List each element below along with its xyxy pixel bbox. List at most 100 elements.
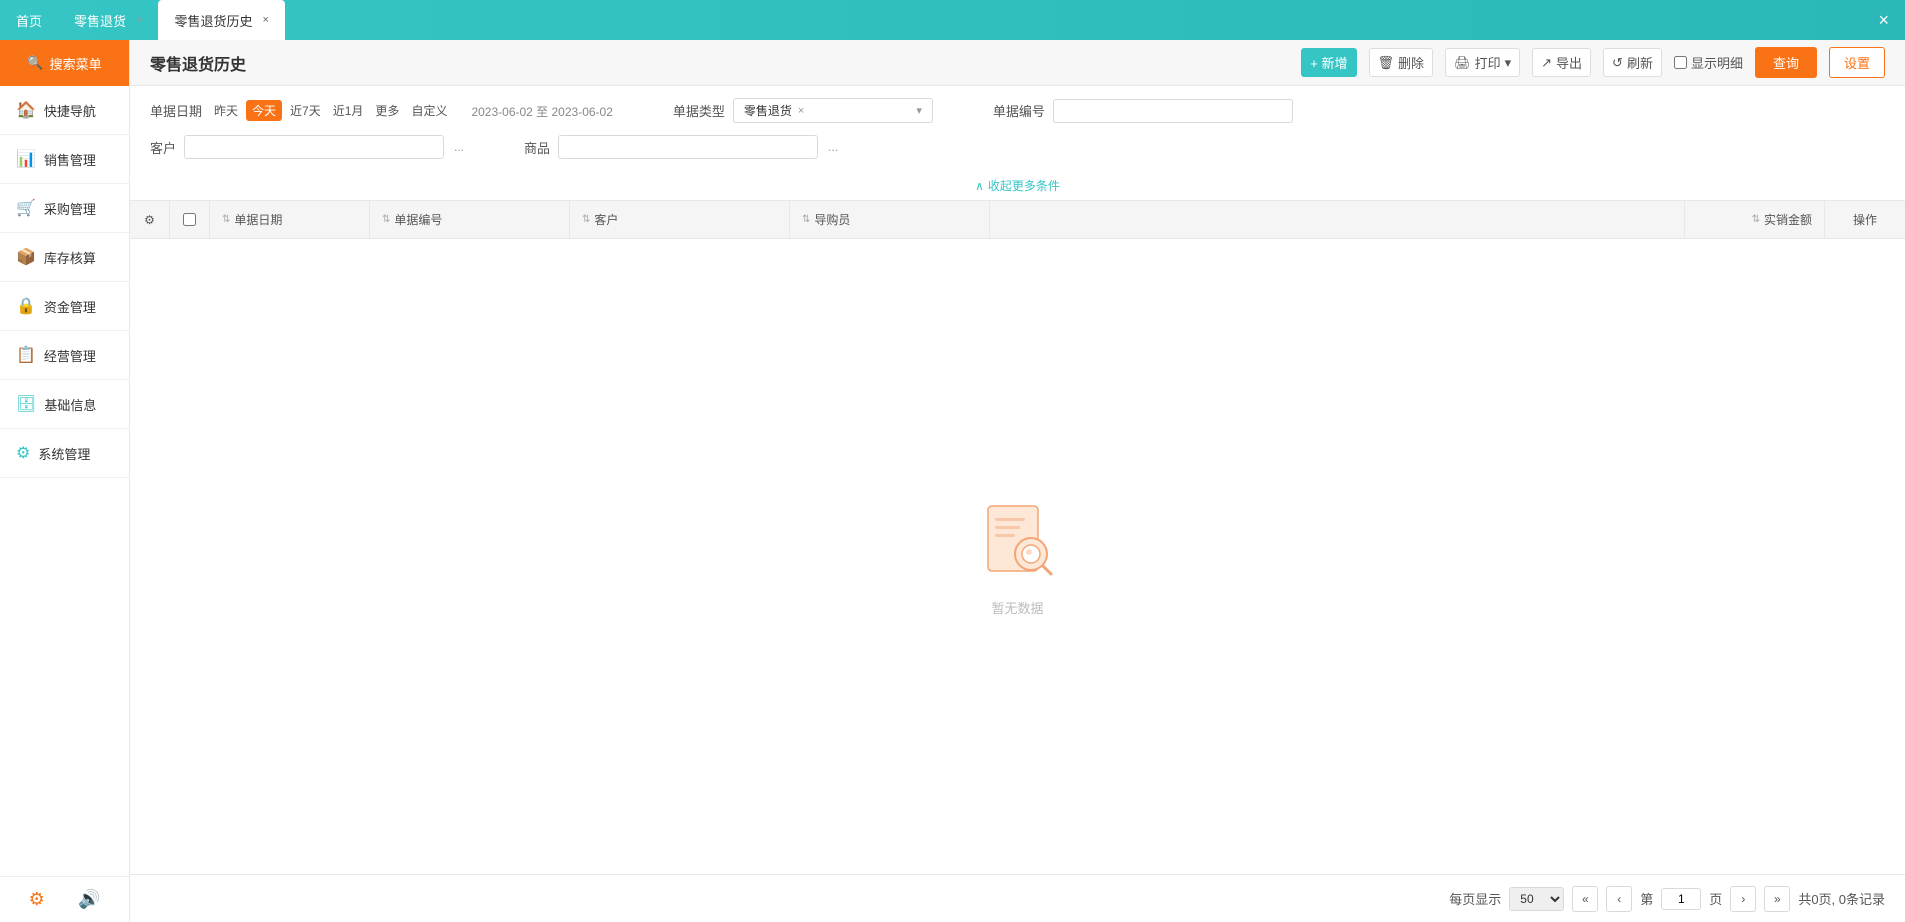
th-date: ⇅ 单据日期 — [210, 201, 370, 238]
docno-input[interactable] — [1053, 99, 1293, 123]
purchase-icon: 🛒 — [16, 198, 36, 218]
sidebar-item-operations-label: 经营管理 — [44, 346, 96, 365]
select-all-checkbox[interactable] — [183, 213, 196, 226]
print-button[interactable]: 🖨 打印 ▾ — [1445, 48, 1520, 77]
collapse-label: 收起更多条件 — [988, 177, 1060, 194]
delete-icon: 🗑 — [1378, 55, 1395, 71]
th-date-sort-icon: ⇅ — [222, 214, 230, 225]
th-amount: ⇅ 实销金额 — [1685, 201, 1825, 238]
page-prev-btn[interactable]: ‹ — [1606, 886, 1632, 912]
th-ops-label: 操作 — [1853, 211, 1877, 228]
sidebar-settings-icon[interactable]: ⚙ — [29, 889, 45, 910]
shortcut-yesterday[interactable]: 昨天 — [210, 101, 242, 120]
date-shortcuts: 昨天 今天 近7天 近1月 更多 自定义 — [210, 100, 451, 121]
tab-home[interactable]: 首页 — [0, 0, 58, 40]
goods-dots: ... — [828, 140, 838, 154]
export-icon: ↗ — [1541, 55, 1552, 71]
refresh-button[interactable]: ↺ 刷新 — [1603, 48, 1662, 77]
show-detail-wrap: 显示明细 — [1674, 53, 1743, 72]
sidebar-audio-icon[interactable]: 🔊 — [78, 889, 100, 910]
th-date-label: 单据日期 — [234, 211, 282, 228]
sidebar-item-system-label: 系统管理 — [38, 444, 90, 463]
th-settings[interactable]: ⚙ — [130, 201, 170, 238]
docno-filter: 单据编号 — [993, 99, 1293, 123]
page-first-btn[interactable]: « — [1572, 886, 1598, 912]
date-range-text: 2023-06-02 至 2023-06-02 — [471, 103, 612, 120]
customer-filter: 客户 ... — [150, 135, 464, 159]
sidebar-item-quick-nav[interactable]: 🏠 快捷导航 — [0, 86, 129, 135]
window-close-button[interactable]: × — [1862, 0, 1905, 40]
inventory-icon: 📦 — [16, 247, 36, 267]
export-button-label: 导出 — [1556, 53, 1582, 72]
delete-button[interactable]: 🗑 删除 — [1369, 48, 1434, 77]
th-checkbox[interactable] — [170, 201, 210, 238]
type-tag-close-icon[interactable]: × — [798, 105, 804, 117]
finance-icon: 🔒 — [16, 296, 36, 316]
customer-input[interactable] — [184, 135, 444, 159]
show-detail-checkbox[interactable] — [1674, 56, 1687, 69]
type-tag-value: 零售退货 — [744, 102, 792, 119]
header-actions: + 新增 🗑 删除 🖨 打印 ▾ ↗ 导出 ↺ 刷新 — [1301, 47, 1885, 78]
th-customer: ⇅ 客户 — [570, 201, 790, 238]
sidebar-search-label: 搜索菜单 — [50, 54, 102, 73]
th-amount-sort-icon: ⇅ — [1752, 214, 1760, 225]
sidebar-item-finance[interactable]: 🔒 资金管理 — [0, 282, 129, 331]
pagination-bar: 每页显示 50 100 200 « ‹ 第 页 › » 共0页, 0条记录 — [130, 874, 1905, 922]
th-guide: ⇅ 导购员 — [790, 201, 990, 238]
customer-dots: ... — [454, 140, 464, 154]
sidebar-item-quick-nav-label: 快捷导航 — [44, 101, 96, 120]
page-number-input[interactable] — [1661, 888, 1701, 910]
export-button[interactable]: ↗ 导出 — [1532, 48, 1591, 77]
basic-info-icon: 🗄 — [16, 394, 36, 414]
refresh-button-label: 刷新 — [1627, 53, 1653, 72]
sidebar-item-purchase[interactable]: 🛒 采购管理 — [0, 184, 129, 233]
filter-row-1: 单据日期 昨天 今天 近7天 近1月 更多 自定义 2023-06-02 至 2… — [150, 98, 1885, 123]
tab-retail-return[interactable]: 零售退货 × — [58, 0, 158, 40]
delete-button-label: 删除 — [1398, 53, 1424, 72]
sidebar-item-inventory[interactable]: 📦 库存核算 — [0, 233, 129, 282]
sidebar-item-system[interactable]: ⚙ 系统管理 — [0, 429, 129, 478]
sidebar-item-sales[interactable]: 📊 销售管理 — [0, 135, 129, 184]
query-button[interactable]: 查询 — [1755, 47, 1817, 78]
print-icon: 🖨 — [1454, 55, 1471, 71]
empty-icon — [973, 496, 1063, 586]
type-tag[interactable]: 零售退货 × ▾ — [733, 98, 933, 123]
shortcut-today[interactable]: 今天 — [246, 100, 282, 121]
goods-input[interactable] — [558, 135, 818, 159]
shortcut-custom[interactable]: 自定义 — [407, 101, 451, 120]
show-detail-label: 显示明细 — [1691, 53, 1743, 72]
new-button[interactable]: + 新增 — [1301, 48, 1356, 77]
table-header: ⚙ ⇅ 单据日期 ⇅ 单据编号 ⇅ 客户 ⇅ — [130, 201, 1905, 239]
shortcut-1month[interactable]: 近1月 — [329, 101, 368, 120]
type-tag-arrow-icon: ▾ — [916, 104, 922, 117]
new-button-label: + 新增 — [1310, 53, 1347, 72]
tab-retail-return-close[interactable]: × — [136, 14, 142, 26]
date-filter-label: 单据日期 — [150, 101, 202, 120]
setting-button[interactable]: 设置 — [1829, 47, 1885, 78]
sidebar-item-basic-info[interactable]: 🗄 基础信息 — [0, 380, 129, 429]
sidebar: 🔍 搜索菜单 🏠 快捷导航 📊 销售管理 🛒 采购管理 📦 库存核算 🔒 资金管… — [0, 40, 130, 922]
tab-retail-return-history-close[interactable]: × — [262, 14, 268, 26]
sidebar-item-operations[interactable]: 📋 经营管理 — [0, 331, 129, 380]
page-label: 第 — [1640, 889, 1653, 908]
per-page-select[interactable]: 50 100 200 — [1509, 887, 1564, 911]
sidebar-item-purchase-label: 采购管理 — [44, 199, 96, 218]
customer-filter-label: 客户 — [150, 138, 176, 157]
query-button-label: 查询 — [1773, 56, 1799, 71]
refresh-icon: ↺ — [1612, 55, 1623, 71]
type-filter: 单据类型 零售退货 × ▾ — [673, 98, 933, 123]
page-next-btn[interactable]: › — [1730, 886, 1756, 912]
collapse-bar[interactable]: ∧ 收起更多条件 — [150, 171, 1885, 200]
print-button-label: 打印 — [1475, 53, 1501, 72]
tab-retail-return-label: 零售退货 — [74, 11, 126, 30]
page-suffix: 页 — [1709, 889, 1722, 908]
th-docno: ⇅ 单据编号 — [370, 201, 570, 238]
shortcut-more[interactable]: 更多 — [371, 101, 403, 120]
sidebar-search[interactable]: 🔍 搜索菜单 — [0, 40, 129, 86]
tab-retail-return-history[interactable]: 零售退货历史 × — [158, 0, 284, 40]
th-guide-label: 导购员 — [814, 211, 850, 228]
page-last-btn[interactable]: » — [1764, 886, 1790, 912]
tab-home-label: 首页 — [16, 11, 42, 30]
shortcut-7days[interactable]: 近7天 — [286, 101, 325, 120]
total-label: 共0页, 0条记录 — [1798, 889, 1885, 908]
